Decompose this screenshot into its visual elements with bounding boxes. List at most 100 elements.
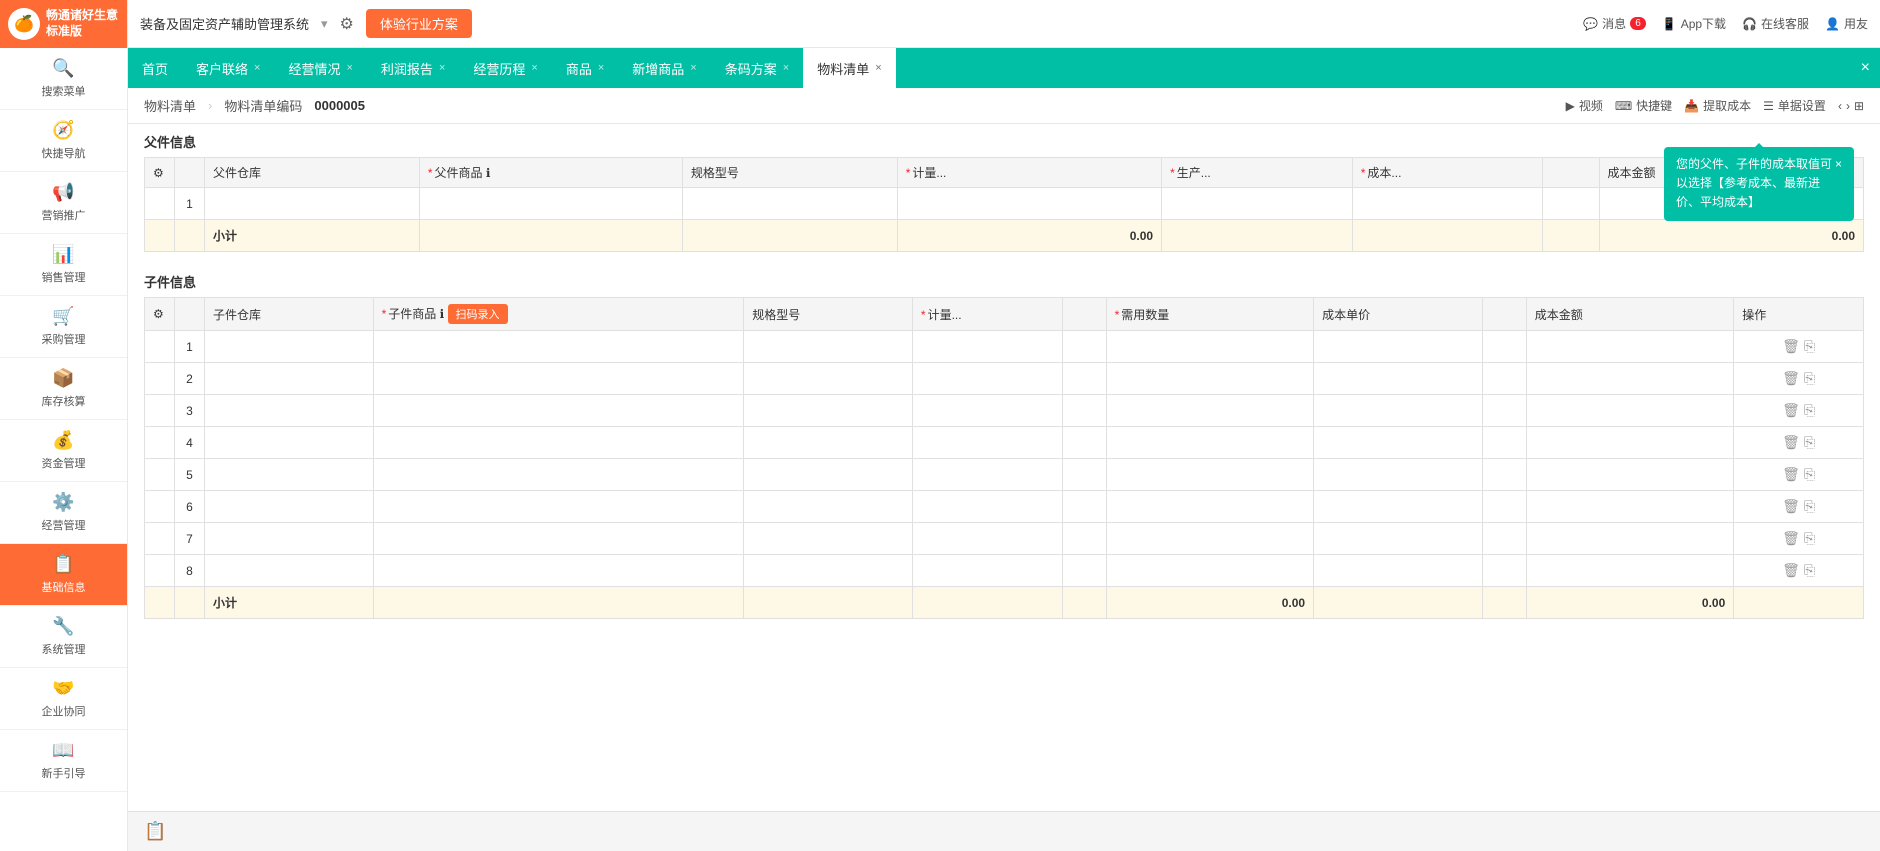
- child-row-3-delete-btn[interactable]: 🗑: [1782, 402, 1800, 419]
- nav-tab-goods[interactable]: 商品×: [552, 48, 618, 88]
- nav-tab-home[interactable]: 首页: [128, 48, 182, 88]
- prev-page-btn[interactable]: ‹: [1838, 99, 1842, 113]
- parent-row-1-spec[interactable]: [682, 188, 897, 220]
- child-settings-col-icon[interactable]: ⚙: [153, 307, 164, 321]
- child-row-3-unit[interactable]: [912, 395, 1062, 427]
- sidebar-item-quick-nav[interactable]: 🧭快捷导航: [0, 110, 127, 172]
- parent-row-1-warehouse[interactable]: [205, 188, 420, 220]
- child-row-1-delete-btn[interactable]: 🗑: [1782, 338, 1800, 355]
- child-row-5-warehouse[interactable]: [205, 459, 374, 491]
- scan-btn[interactable]: 扫码录入: [448, 304, 508, 324]
- child-row-7-goods[interactable]: [373, 523, 744, 555]
- nav-tab-new-goods[interactable]: 新增商品×: [618, 48, 710, 88]
- close-tab-new-goods-btn[interactable]: ×: [690, 62, 696, 74]
- breadcrumb-bom[interactable]: 物料清单: [144, 96, 196, 115]
- sidebar-item-search[interactable]: 🔍搜索菜单: [0, 48, 127, 110]
- child-row-4-unit-cost[interactable]: [1314, 427, 1483, 459]
- close-tab-goods-btn[interactable]: ×: [598, 62, 604, 74]
- close-tab-profit-report-btn[interactable]: ×: [439, 62, 445, 74]
- child-row-8-unit-cost[interactable]: [1314, 555, 1483, 587]
- view-btn[interactable]: ▶ 视频: [1566, 97, 1603, 114]
- sidebar-item-sales[interactable]: 📊销售管理: [0, 234, 127, 296]
- child-row-6-warehouse[interactable]: [205, 491, 374, 523]
- child-row-7-spec[interactable]: [744, 523, 913, 555]
- child-row-6-goods[interactable]: [373, 491, 744, 523]
- child-row-8-copy-btn[interactable]: ⎘: [1804, 562, 1815, 579]
- child-row-1-unit[interactable]: [912, 331, 1062, 363]
- parent-row-1-unit[interactable]: [897, 188, 1161, 220]
- sidebar-item-guide[interactable]: 📖新手引导: [0, 730, 127, 792]
- nav-tab-operation-status[interactable]: 经营情况×: [274, 48, 366, 88]
- child-row-6-spec[interactable]: [744, 491, 913, 523]
- child-row-2-unit-cost[interactable]: [1314, 363, 1483, 395]
- settings-col-icon[interactable]: ⚙: [153, 166, 164, 180]
- child-row-1-goods[interactable]: [373, 331, 744, 363]
- child-row-5-unit-cost[interactable]: [1314, 459, 1483, 491]
- close-tab-customer-btn[interactable]: ×: [254, 62, 260, 74]
- child-row-7-unit[interactable]: [912, 523, 1062, 555]
- child-row-1-copy-btn[interactable]: ⎘: [1804, 338, 1815, 355]
- child-row-2-unit[interactable]: [912, 363, 1062, 395]
- child-row-4-qty[interactable]: [1106, 427, 1313, 459]
- user-menu[interactable]: 👤 用友: [1825, 15, 1868, 32]
- child-row-2-spec[interactable]: [744, 363, 913, 395]
- child-row-8-delete-btn[interactable]: 🗑: [1782, 562, 1800, 579]
- child-row-8-qty[interactable]: [1106, 555, 1313, 587]
- child-row-1-unit-cost[interactable]: [1314, 331, 1483, 363]
- child-row-5-qty[interactable]: [1106, 459, 1313, 491]
- shortcut-btn[interactable]: ⌨ 快捷键: [1615, 97, 1672, 114]
- online-support-btn[interactable]: 🎧 在线客服: [1742, 15, 1809, 32]
- single-setting-btn[interactable]: ☰ 单据设置: [1763, 97, 1826, 114]
- close-all-tabs-btn[interactable]: ×: [1851, 59, 1880, 77]
- grid-view-btn[interactable]: ⊞: [1854, 99, 1864, 113]
- bottom-doc-icon[interactable]: 📋: [144, 821, 166, 842]
- child-row-4-delete-btn[interactable]: 🗑: [1782, 434, 1800, 451]
- nav-tab-bom[interactable]: 物料清单×: [803, 48, 895, 88]
- child-row-1-spec[interactable]: [744, 331, 913, 363]
- child-row-4-goods[interactable]: [373, 427, 744, 459]
- sidebar-item-purchase[interactable]: 🛒采购管理: [0, 296, 127, 358]
- child-row-4-warehouse[interactable]: [205, 427, 374, 459]
- child-row-3-warehouse[interactable]: [205, 395, 374, 427]
- parent-row-1-cost[interactable]: [1352, 188, 1543, 220]
- close-tab-operation-history-btn[interactable]: ×: [531, 62, 537, 74]
- child-row-7-unit-cost[interactable]: [1314, 523, 1483, 555]
- close-tab-bom-btn[interactable]: ×: [875, 62, 881, 74]
- child-row-5-copy-btn[interactable]: ⎘: [1804, 466, 1815, 483]
- app-download-btn[interactable]: 📱 App下载: [1662, 15, 1726, 32]
- child-row-2-delete-btn[interactable]: 🗑: [1782, 370, 1800, 387]
- child-row-2-qty[interactable]: [1106, 363, 1313, 395]
- child-row-3-unit-cost[interactable]: [1314, 395, 1483, 427]
- child-row-8-warehouse[interactable]: [205, 555, 374, 587]
- child-row-3-spec[interactable]: [744, 395, 913, 427]
- child-row-8-goods[interactable]: [373, 555, 744, 587]
- child-row-5-unit[interactable]: [912, 459, 1062, 491]
- child-row-6-copy-btn[interactable]: ⎘: [1804, 498, 1815, 515]
- child-row-5-spec[interactable]: [744, 459, 913, 491]
- sidebar-item-inventory[interactable]: 📦库存核算: [0, 358, 127, 420]
- child-row-3-copy-btn[interactable]: ⎘: [1804, 402, 1815, 419]
- extract-cost-btn[interactable]: 📥 提取成本: [1684, 97, 1751, 114]
- next-page-btn[interactable]: ›: [1846, 99, 1850, 113]
- nav-tab-customer[interactable]: 客户联络×: [182, 48, 274, 88]
- sidebar-item-finance[interactable]: 💰资金管理: [0, 420, 127, 482]
- nav-tab-barcode[interactable]: 条码方案×: [711, 48, 803, 88]
- dropdown-arrow-icon[interactable]: ▾: [321, 16, 328, 32]
- child-row-6-unit-cost[interactable]: [1314, 491, 1483, 523]
- parent-row-1-produce[interactable]: [1162, 188, 1353, 220]
- close-tab-barcode-btn[interactable]: ×: [783, 62, 789, 74]
- sidebar-item-operation[interactable]: ⚙️经营管理: [0, 482, 127, 544]
- child-row-3-goods[interactable]: [373, 395, 744, 427]
- message-btn[interactable]: 💬 消息 6: [1583, 15, 1646, 32]
- child-row-8-spec[interactable]: [744, 555, 913, 587]
- close-tab-operation-status-btn[interactable]: ×: [346, 62, 352, 74]
- child-row-4-spec[interactable]: [744, 427, 913, 459]
- sidebar-item-enterprise[interactable]: 🤝企业协同: [0, 668, 127, 730]
- child-row-1-qty[interactable]: [1106, 331, 1313, 363]
- sidebar-item-basic-info[interactable]: 📋基础信息: [0, 544, 127, 606]
- child-row-7-qty[interactable]: [1106, 523, 1313, 555]
- child-row-7-warehouse[interactable]: [205, 523, 374, 555]
- parent-row-1-goods[interactable]: [419, 188, 682, 220]
- child-row-8-unit[interactable]: [912, 555, 1062, 587]
- nav-tab-profit-report[interactable]: 利润报告×: [367, 48, 459, 88]
